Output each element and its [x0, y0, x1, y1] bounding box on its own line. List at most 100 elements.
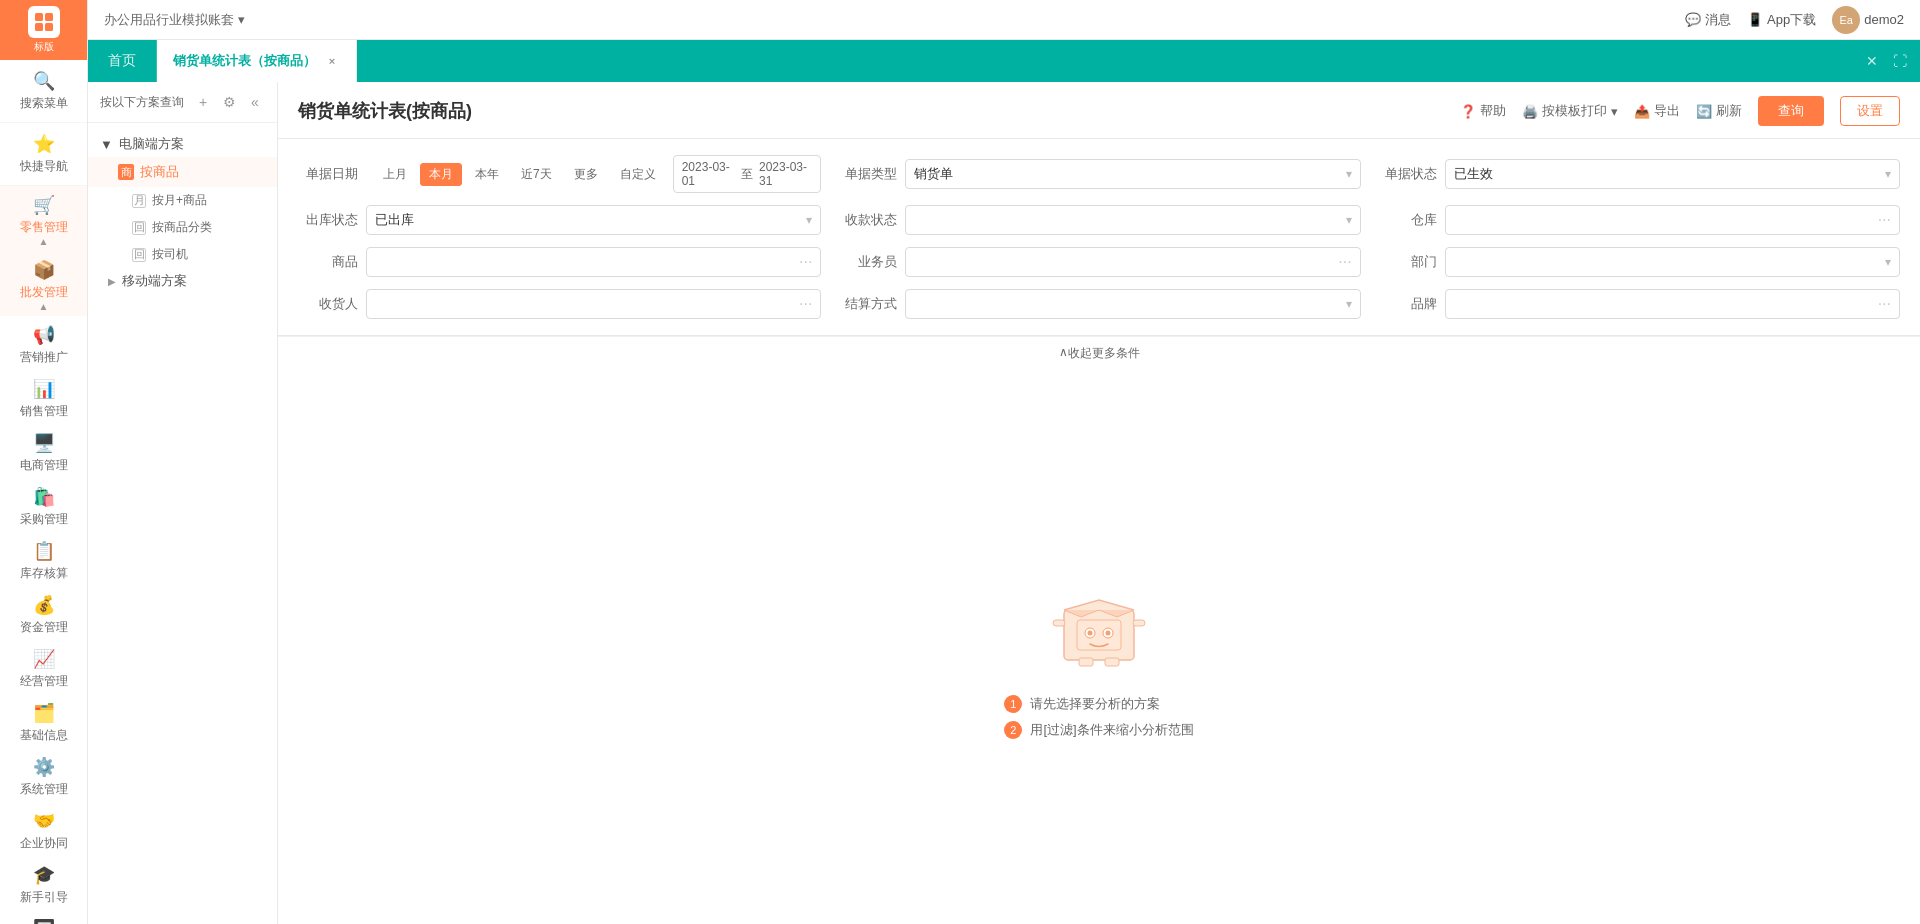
salesperson-more-icon[interactable]: ···: [1338, 253, 1351, 271]
date-week-btn[interactable]: 近7天: [512, 163, 561, 186]
message-btn[interactable]: 💬 消息: [1685, 11, 1731, 29]
date-end-value: 2023-03-31: [759, 160, 812, 188]
add-scheme-btn[interactable]: +: [193, 92, 213, 112]
sidebar-item-marketing[interactable]: 📢 营销推广: [0, 316, 88, 370]
sidebar-item-sales[interactable]: 📊 销售管理: [0, 370, 88, 424]
sidebar-inventory-label: 库存核算: [20, 565, 68, 582]
top-header: 办公用品行业模拟账套 ▾ 💬 消息 📱 App下载 Ea demo2: [88, 0, 1920, 40]
date-range-input[interactable]: 2023-03-01 至 2023-03-31: [673, 155, 822, 193]
sidebar-basic-label: 基础信息: [20, 727, 68, 744]
doc-status-select[interactable]: 已生效 ▾: [1445, 159, 1900, 189]
goods-field: 商品 ···: [298, 247, 821, 277]
left-panel-title: 按以下方案查询: [100, 94, 187, 111]
warehouse-more-icon[interactable]: ···: [1878, 211, 1891, 229]
collapse-row[interactable]: ∧ 收起更多条件: [278, 336, 1920, 370]
goods-more-icon[interactable]: ···: [799, 253, 812, 271]
settings-scheme-btn[interactable]: ⚙: [219, 92, 239, 112]
recipient-input[interactable]: ···: [366, 289, 821, 319]
tip1-num: 1: [1004, 695, 1022, 713]
sidebar-item-wholesale[interactable]: 📦 批发管理 ▲: [0, 251, 88, 316]
date-more-btn[interactable]: 更多: [565, 163, 607, 186]
sidebar-purchase-label: 采购管理: [20, 511, 68, 528]
sidebar-item-ecom[interactable]: 🖥️ 电商管理: [0, 424, 88, 478]
date-curr-btn[interactable]: 本月: [420, 163, 462, 186]
sidebar-item-purchase[interactable]: 🛍️ 采购管理: [0, 478, 88, 532]
sidebar-item-retail[interactable]: 🛒 零售管理 ▲: [0, 186, 88, 251]
tree-item-by-warehouse[interactable]: 回 按司机: [88, 241, 277, 268]
help-btn[interactable]: ❓ 帮助: [1460, 102, 1506, 120]
settings-button[interactable]: 设置: [1840, 96, 1900, 126]
brand-more-icon[interactable]: ···: [1878, 295, 1891, 313]
sidebar-item-apps[interactable]: 🔲 应用中心: [0, 910, 88, 924]
basic-icon: 🗂️: [33, 702, 55, 724]
export-label: 导出: [1654, 102, 1680, 120]
collapse-panel-btn[interactable]: «: [245, 92, 265, 112]
svg-rect-1: [45, 13, 53, 21]
settle-field: 结算方式 ▾: [837, 289, 1360, 319]
date-prev-btn[interactable]: 上月: [374, 163, 416, 186]
goods-input-field[interactable]: [375, 255, 799, 270]
tab-home[interactable]: 首页: [88, 40, 157, 82]
mobile-section-header[interactable]: ▶ 移动端方案: [88, 268, 277, 294]
print-label: 按模板打印: [1542, 102, 1607, 120]
goods-input[interactable]: ···: [366, 247, 821, 277]
out-status-select[interactable]: 已出库 ▾: [366, 205, 821, 235]
query-button[interactable]: 查询: [1758, 96, 1824, 126]
warehouse-input-field[interactable]: [1454, 213, 1878, 228]
sidebar-item-guide[interactable]: 🎓 新手引导: [0, 856, 88, 910]
recipient-more-icon[interactable]: ···: [799, 295, 812, 313]
tab-bar: 首页 销货单统计表（按商品） × ✕ ⛶: [88, 40, 1920, 82]
export-btn[interactable]: 📤 导出: [1634, 102, 1680, 120]
salesperson-input[interactable]: ···: [905, 247, 1360, 277]
tree-item-by-goods[interactable]: 商 按商品: [88, 157, 277, 187]
sidebar-item-quick-nav[interactable]: ⭐ 快捷导航: [0, 123, 88, 186]
sidebar-item-ops[interactable]: 📈 经营管理: [0, 640, 88, 694]
sidebar-item-search[interactable]: 🔍 搜索菜单: [0, 60, 88, 123]
sidebar-item-corp[interactable]: 🤝 企业协同: [0, 802, 88, 856]
doc-type-select[interactable]: 销货单 ▾: [905, 159, 1360, 189]
date-year-btn[interactable]: 本年: [466, 163, 508, 186]
industry-dropdown[interactable]: 办公用品行业模拟账套 ▾: [104, 11, 245, 29]
sidebar-system-label: 系统管理: [20, 781, 68, 798]
tab-current-label: 销货单统计表（按商品）: [173, 52, 316, 70]
print-btn[interactable]: 🖨️ 按模板打印 ▾: [1522, 102, 1618, 120]
goods-label: 商品: [298, 253, 358, 271]
dept-select[interactable]: ▾: [1445, 247, 1900, 277]
tree-item-by-category[interactable]: 回 按商品分类: [88, 214, 277, 241]
sidebar-item-finance[interactable]: 💰 资金管理: [0, 586, 88, 640]
sidebar-item-system[interactable]: ⚙️ 系统管理: [0, 748, 88, 802]
refresh-label: 刷新: [1716, 102, 1742, 120]
header-left: 办公用品行业模拟账套 ▾: [104, 11, 245, 29]
tip2-text: 用[过滤]条件来缩小分析范围: [1030, 721, 1193, 739]
doc-status-field: 单据状态 已生效 ▾: [1377, 159, 1900, 189]
tab-close-window-btn[interactable]: ✕: [1860, 49, 1884, 73]
pc-section-header[interactable]: ▼ 电脑端方案: [88, 131, 277, 157]
warehouse-input[interactable]: ···: [1445, 205, 1900, 235]
export-icon: 📤: [1634, 104, 1650, 119]
refresh-btn[interactable]: 🔄 刷新: [1696, 102, 1742, 120]
recipient-input-field[interactable]: [375, 297, 799, 312]
main-area: 办公用品行业模拟账套 ▾ 💬 消息 📱 App下载 Ea demo2 首页: [88, 0, 1920, 924]
tab-close-btn[interactable]: ×: [324, 53, 340, 69]
tab-maximize-btn[interactable]: ⛶: [1888, 49, 1912, 73]
tree-item-by-month-goods[interactable]: 月 按月+商品: [88, 187, 277, 214]
sidebar-quicknav-label: 快捷导航: [20, 158, 68, 175]
salesperson-input-field[interactable]: [914, 255, 1338, 270]
brand-input[interactable]: ···: [1445, 289, 1900, 319]
out-status-label: 出库状态: [298, 211, 358, 229]
settle-select[interactable]: ▾: [905, 289, 1360, 319]
sidebar-ops-label: 经营管理: [20, 673, 68, 690]
brand-input-field[interactable]: [1454, 297, 1878, 312]
filter-row-4: 收货人 ··· 结算方式 ▾ 品牌: [298, 289, 1900, 319]
date-quick-btns: 上月 本月 本年 近7天 更多 自定义: [374, 163, 665, 186]
user-menu[interactable]: Ea demo2: [1832, 6, 1904, 34]
tab-current[interactable]: 销货单统计表（按商品） ×: [157, 40, 357, 82]
date-custom-btn[interactable]: 自定义: [611, 163, 665, 186]
dept-arrow-icon: ▾: [1885, 255, 1891, 269]
page-title: 销货单统计表(按商品): [298, 99, 472, 135]
sidebar-item-inventory[interactable]: 📋 库存核算: [0, 532, 88, 586]
app-download-btn[interactable]: 📱 App下载: [1747, 11, 1816, 29]
sidebar-item-basic[interactable]: 🗂️ 基础信息: [0, 694, 88, 748]
receipt-status-select[interactable]: ▾: [905, 205, 1360, 235]
recipient-label: 收货人: [298, 295, 358, 313]
